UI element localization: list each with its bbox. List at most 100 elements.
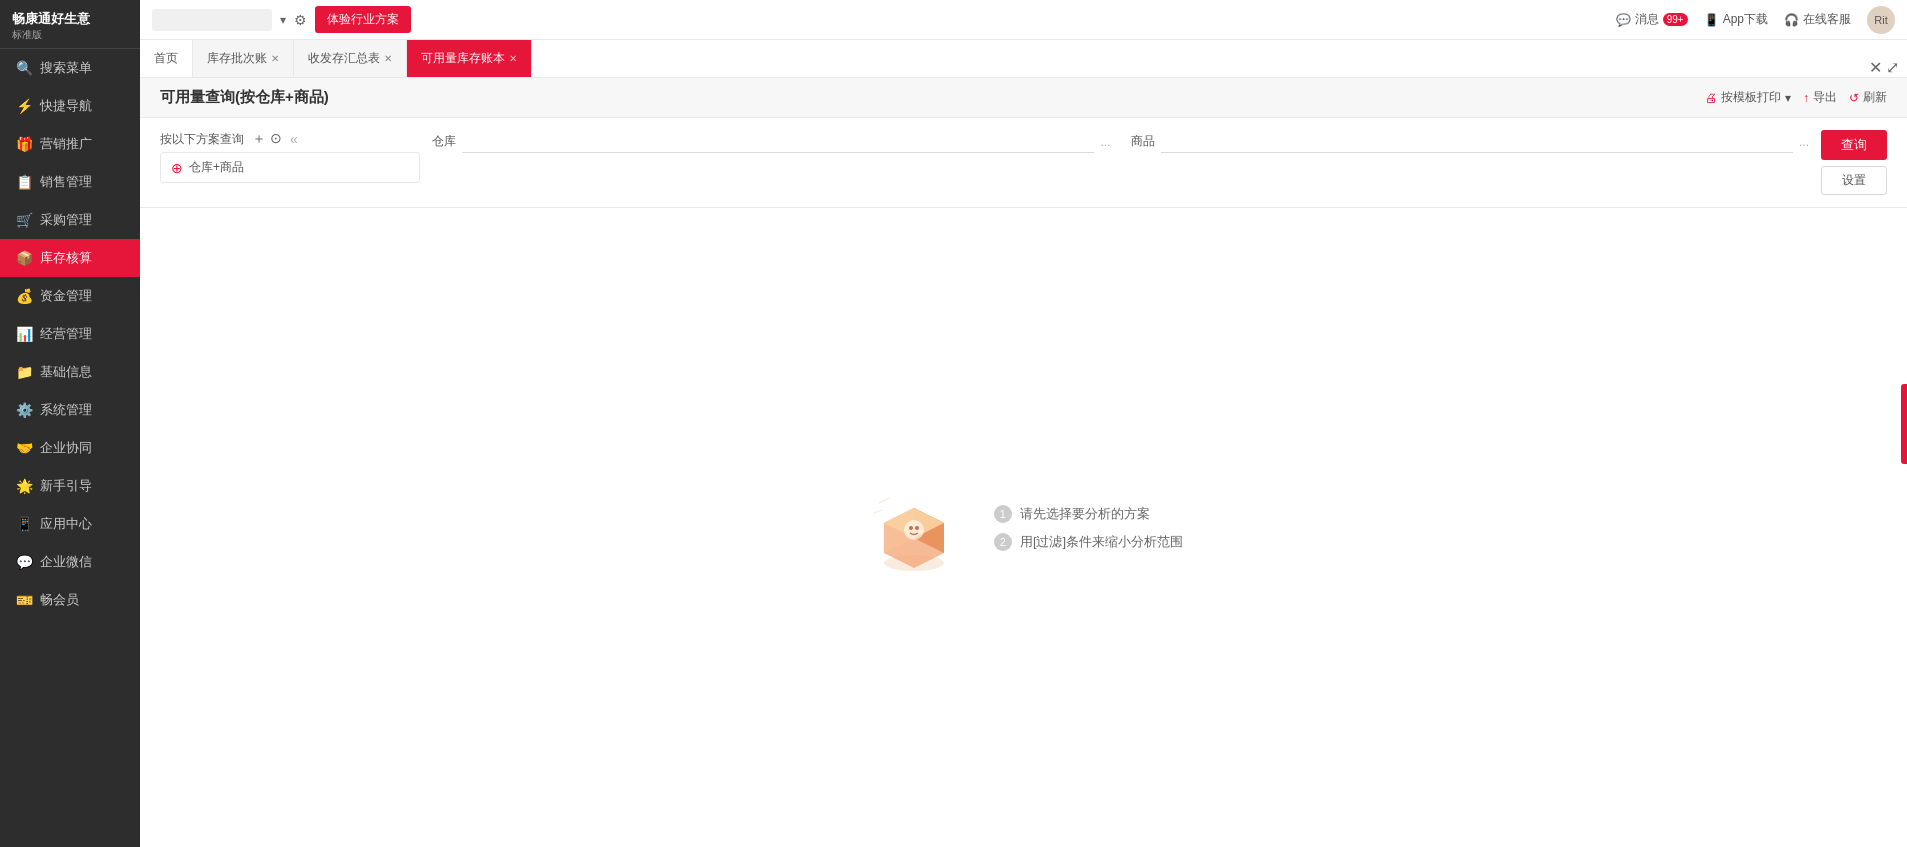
right-scroll-indicator[interactable] xyxy=(1901,384,1907,464)
tab-recv-summary-close[interactable]: ✕ xyxy=(384,53,392,64)
filter-scheme-item[interactable]: ⊕ 仓库+商品 xyxy=(160,152,420,183)
print-template-label: 按模板打印 xyxy=(1721,89,1781,106)
sidebar-item-finance[interactable]: 💰 资金管理 xyxy=(0,277,140,315)
gear-icon[interactable]: ⚙ xyxy=(294,12,307,28)
sidebar-item-sales[interactable]: 📋 销售管理 xyxy=(0,163,140,201)
svg-point-6 xyxy=(909,526,913,530)
tab-home-label: 首页 xyxy=(154,50,178,67)
apps-icon: 📱 xyxy=(16,516,32,532)
tab-batch-account-close[interactable]: ✕ xyxy=(271,53,279,64)
avatar[interactable]: Rit xyxy=(1867,6,1895,34)
export-label: 导出 xyxy=(1813,89,1837,106)
sidebar-item-label: 库存核算 xyxy=(40,249,92,267)
sidebar-item-apps[interactable]: 📱 应用中心 xyxy=(0,505,140,543)
dropdown-button[interactable]: ▾ xyxy=(280,13,286,27)
basic-icon: 📁 xyxy=(16,364,32,380)
sidebar-item-purchase[interactable]: 🛒 采购管理 xyxy=(0,201,140,239)
app-download-label: App下载 xyxy=(1723,11,1768,28)
page-title: 可用量查询(按仓库+商品) xyxy=(160,88,329,107)
filter-right: 仓库 ... 商品 ... xyxy=(432,130,1809,153)
svg-line-8 xyxy=(879,498,889,503)
empty-illustration xyxy=(864,478,964,578)
sidebar-item-system[interactable]: ⚙️ 系统管理 xyxy=(0,391,140,429)
tab-close-button[interactable]: ✕ xyxy=(1869,58,1882,77)
page-header-actions: 🖨 按模板打印 ▾ ↑ 导出 ↺ 刷新 xyxy=(1705,89,1887,106)
refresh-icon: ↺ xyxy=(1849,91,1859,105)
sidebar-item-wechat[interactable]: 💬 企业微信 xyxy=(0,543,140,581)
warehouse-input[interactable] xyxy=(462,130,1094,153)
app-download-button[interactable]: 📱 App下载 xyxy=(1704,11,1768,28)
filter-area: 按以下方案查询 ＋ ⊙ « ⊕ 仓库+商品 仓库 ... xyxy=(140,118,1907,208)
tab-available-stock-close[interactable]: ✕ xyxy=(509,53,517,64)
collapse-filter-icon[interactable]: « xyxy=(290,131,298,147)
product-more[interactable]: ... xyxy=(1799,135,1809,149)
page-content: 可用量查询(按仓库+商品) 🖨 按模板打印 ▾ ↑ 导出 ↺ 刷新 xyxy=(140,78,1907,847)
print-template-button[interactable]: 🖨 按模板打印 ▾ xyxy=(1705,89,1791,106)
tip-text-2: 用[过滤]条件来缩小分析范围 xyxy=(1020,533,1183,551)
settings-scheme-icon[interactable]: ⊙ xyxy=(270,130,282,148)
message-button[interactable]: 💬 消息 99+ xyxy=(1616,11,1688,28)
finance-icon: 💰 xyxy=(16,288,32,304)
sidebar-item-marketing[interactable]: 🎁 营销推广 xyxy=(0,125,140,163)
tab-batch-account[interactable]: 库存批次账 ✕ xyxy=(193,40,294,77)
enterprise-icon: 🤝 xyxy=(16,440,32,456)
sidebar-item-label: 资金管理 xyxy=(40,287,92,305)
product-field: 商品 ... xyxy=(1131,130,1810,153)
filter-scheme-label: 仓库+商品 xyxy=(189,159,244,176)
tab-expand-button[interactable]: ⤢ xyxy=(1886,58,1899,77)
tab-actions: ✕ ⤢ xyxy=(1861,58,1907,77)
online-service-label: 在线客服 xyxy=(1803,11,1851,28)
warehouse-label: 仓库 xyxy=(432,133,456,150)
svg-line-9 xyxy=(874,510,882,513)
empty-state: 1 请先选择要分析的方案 2 用[过滤]条件来缩小分析范围 xyxy=(140,208,1907,847)
tip-text-1: 请先选择要分析的方案 xyxy=(1020,505,1150,523)
message-label: 消息 xyxy=(1635,11,1659,28)
filter-left: 按以下方案查询 ＋ ⊙ « ⊕ 仓库+商品 xyxy=(160,130,420,183)
sidebar-item-shortcut[interactable]: ⚡ 快捷导航 xyxy=(0,87,140,125)
svg-point-7 xyxy=(915,526,919,530)
empty-tips: 1 请先选择要分析的方案 2 用[过滤]条件来缩小分析范围 xyxy=(994,505,1183,551)
sidebar-item-newbie[interactable]: 🌟 新手引导 xyxy=(0,467,140,505)
print-dropdown-icon: ▾ xyxy=(1785,91,1791,105)
search-icon: 🔍 xyxy=(16,60,32,76)
sidebar-item-operation[interactable]: 📊 经营管理 xyxy=(0,315,140,353)
operation-icon: 📊 xyxy=(16,326,32,342)
warehouse-more[interactable]: ... xyxy=(1100,135,1110,149)
sidebar-item-label: 企业微信 xyxy=(40,553,92,571)
newbie-icon: 🌟 xyxy=(16,478,32,494)
tab-recv-summary[interactable]: 收发存汇总表 ✕ xyxy=(294,40,407,77)
product-label: 商品 xyxy=(1131,133,1155,150)
wechat-icon: 💬 xyxy=(16,554,32,570)
sidebar-item-enterprise[interactable]: 🤝 企业协同 xyxy=(0,429,140,467)
topbar-right: 💬 消息 99+ 📱 App下载 🎧 在线客服 Rit xyxy=(1616,6,1895,34)
sidebar-item-member[interactable]: 🎫 畅会员 xyxy=(0,581,140,619)
search-input[interactable] xyxy=(152,9,272,31)
tab-home[interactable]: 首页 xyxy=(140,40,193,77)
sidebar-item-label: 营销推广 xyxy=(40,135,92,153)
add-scheme-icon[interactable]: ＋ xyxy=(252,130,266,148)
product-input[interactable] xyxy=(1161,130,1793,153)
export-button[interactable]: ↑ 导出 xyxy=(1803,89,1837,106)
member-icon: 🎫 xyxy=(16,592,32,608)
tab-available-stock[interactable]: 可用量库存账本 ✕ xyxy=(407,40,532,77)
empty-tip-2: 2 用[过滤]条件来缩小分析范围 xyxy=(994,533,1183,551)
sidebar: 畅康通好生意 标准版 🔍 搜索菜单 ⚡ 快捷导航 🎁 营销推广 📋 销售管理 🛒… xyxy=(0,0,140,847)
scheme-icon: ⊕ xyxy=(171,160,183,176)
refresh-button[interactable]: ↺ 刷新 xyxy=(1849,89,1887,106)
sidebar-nav: 🔍 搜索菜单 ⚡ 快捷导航 🎁 营销推广 📋 销售管理 🛒 采购管理 📦 库存核… xyxy=(0,49,140,847)
purchase-icon: 🛒 xyxy=(16,212,32,228)
tip-num-2: 2 xyxy=(994,533,1012,551)
sidebar-item-label: 销售管理 xyxy=(40,173,92,191)
tip-num-1: 1 xyxy=(994,505,1012,523)
trial-button[interactable]: 体验行业方案 xyxy=(315,6,411,33)
query-button[interactable]: 查询 xyxy=(1821,130,1887,160)
online-service-button[interactable]: 🎧 在线客服 xyxy=(1784,11,1851,28)
sidebar-item-search[interactable]: 🔍 搜索菜单 xyxy=(0,49,140,87)
app-title: 畅康通好生意 xyxy=(12,10,128,28)
svg-point-5 xyxy=(904,520,924,540)
sidebar-item-basic[interactable]: 📁 基础信息 xyxy=(0,353,140,391)
tab-available-stock-label: 可用量库存账本 xyxy=(421,50,505,67)
sidebar-item-inventory[interactable]: 📦 库存核算 xyxy=(0,239,140,277)
settings-button[interactable]: 设置 xyxy=(1821,166,1887,195)
message-icon: 💬 xyxy=(1616,13,1631,27)
